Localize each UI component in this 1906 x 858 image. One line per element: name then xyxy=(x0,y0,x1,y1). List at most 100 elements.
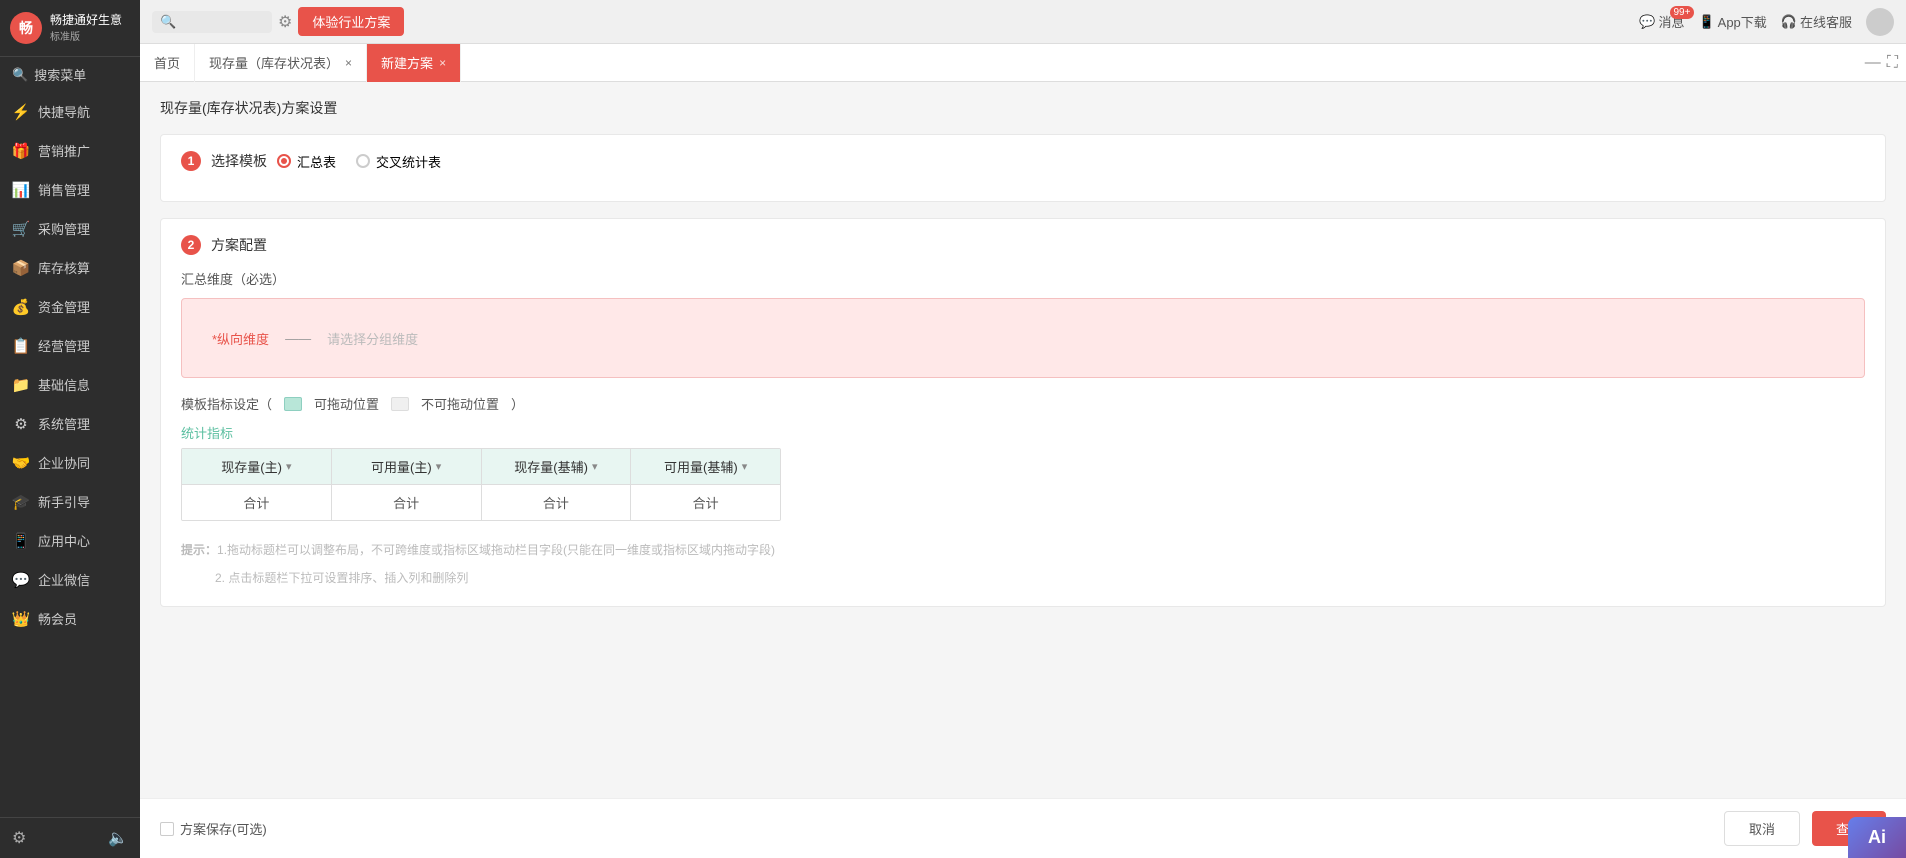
step2-badge: 2 xyxy=(181,235,201,255)
sidebar-item-quicknav[interactable]: ⚡ 快捷导航 xyxy=(0,92,140,131)
indicator-col-3-chevron: ▾ xyxy=(742,460,748,473)
user-avatar[interactable] xyxy=(1866,8,1894,36)
topbar-app-download[interactable]: 📱 App下载 xyxy=(1698,12,1766,31)
member-icon: 👑 xyxy=(12,610,30,628)
topbar-right: 💬 消息 99+ 📱 App下载 🎧 在线客服 xyxy=(1639,8,1894,36)
radio-summary-label: 汇总表 xyxy=(297,152,336,171)
newbie-icon: 🎓 xyxy=(12,493,30,511)
topbar-message[interactable]: 💬 消息 99+ xyxy=(1639,12,1684,31)
sidebar-item-basic-label: 基础信息 xyxy=(38,375,90,394)
sidebar-item-marketing[interactable]: 🎁 营销推广 xyxy=(0,131,140,170)
dim-separator: —— xyxy=(285,331,311,346)
content-area: 现存量(库存状况表)方案设置 1 选择模板 汇总表 交叉统计表 xyxy=(140,82,1906,798)
indicator-col-1-chevron: ▾ xyxy=(436,460,442,473)
sidebar-item-system[interactable]: ⚙ 系统管理 xyxy=(0,404,140,443)
indicator-col-2[interactable]: 现存量(基辅) ▾ xyxy=(482,449,632,484)
tab-inventory-close[interactable]: × xyxy=(345,56,352,70)
settings-icon[interactable]: ⚙ xyxy=(12,828,26,848)
radio-crosstab-circle xyxy=(356,154,370,168)
sidebar-item-quicknav-label: 快捷导航 xyxy=(38,102,90,121)
topbar-gear-icon[interactable]: ⚙ xyxy=(278,12,292,32)
sidebar-item-management[interactable]: 📋 经营管理 xyxy=(0,326,140,365)
sidebar-item-wechat[interactable]: 💬 企业微信 xyxy=(0,560,140,599)
indicator-col-0-chevron: ▾ xyxy=(286,460,292,473)
dimension-area[interactable]: *纵向维度 —— 请选择分组维度 xyxy=(181,298,1865,378)
topbar-left: 🔍 ⚙ 体验行业方案 xyxy=(152,7,1629,36)
tip-2: 2. 点击标题栏下拉可设置排序、插入列和删除列 xyxy=(215,571,468,585)
app-edition: 标准版 xyxy=(50,28,122,43)
marketing-icon: 🎁 xyxy=(12,142,30,160)
sidebar-item-newbie[interactable]: 🎓 新手引导 xyxy=(0,482,140,521)
app-name-block: 畅捷通好生意 标准版 xyxy=(50,13,122,44)
legend-nodrag-label: 不可拖动位置 xyxy=(421,394,499,413)
sidebar-item-sales[interactable]: 📊 销售管理 xyxy=(0,170,140,209)
sidebar-item-appstore[interactable]: 📱 应用中心 xyxy=(0,521,140,560)
template-radio-group: 汇总表 交叉统计表 xyxy=(277,152,441,171)
sidebar-item-purchase[interactable]: 🛒 采购管理 xyxy=(0,209,140,248)
topbar-search-icon: 🔍 xyxy=(160,14,176,30)
radio-crosstab[interactable]: 交叉统计表 xyxy=(356,152,441,171)
tab-home[interactable]: 首页 xyxy=(140,44,195,82)
sidebar-item-member[interactable]: 👑 畅会员 xyxy=(0,599,140,638)
sidebar-item-corp[interactable]: 🤝 企业协同 xyxy=(0,443,140,482)
app-download-label: App下载 xyxy=(1718,12,1767,31)
app-name: 畅捷通好生意 xyxy=(50,13,122,29)
message-icon: 💬 xyxy=(1639,14,1655,30)
tab-new-plan[interactable]: 新建方案 × xyxy=(367,44,461,82)
sidebar-item-marketing-label: 营销推广 xyxy=(38,141,90,160)
radio-summary[interactable]: 汇总表 xyxy=(277,152,336,171)
indicator-table-title: 统计指标 xyxy=(181,423,1865,442)
sidebar-item-corp-label: 企业协同 xyxy=(38,453,90,472)
tip-1: 1.拖动标题栏可以调整布局，不可跨维度或指标区域拖动栏目字段(只能在同一维度或指… xyxy=(217,543,775,557)
indicator-data-0: 合计 xyxy=(182,484,332,520)
search-icon: 🔍 xyxy=(12,67,28,83)
indicator-col-2-label: 现存量(基辅) xyxy=(514,457,588,476)
sidebar-item-basic[interactable]: 📁 基础信息 xyxy=(0,365,140,404)
trial-btn[interactable]: 体验行业方案 xyxy=(298,7,404,36)
sidebar-item-appstore-label: 应用中心 xyxy=(38,531,90,550)
tab-new-plan-close[interactable]: × xyxy=(439,56,446,70)
dimension-label: 汇总维度（必选） xyxy=(181,269,1865,288)
sidebar-item-inventory[interactable]: 📦 库存核算 xyxy=(0,248,140,287)
speaker-icon[interactable]: 🔈 xyxy=(108,828,128,848)
vertical-dim-label: *纵向维度 xyxy=(212,329,269,348)
indicator-col-1[interactable]: 可用量(主) ▾ xyxy=(332,449,482,484)
tips-area: 提示：1.拖动标题栏可以调整布局，不可跨维度或指标区域拖动栏目字段(只能在同一维… xyxy=(181,538,1865,590)
indicator-col-3[interactable]: 可用量(基辅) ▾ xyxy=(631,449,780,484)
save-checkbox-box[interactable] xyxy=(160,822,174,836)
save-checkbox[interactable]: 方案保存(可选) xyxy=(160,819,267,838)
cancel-button[interactable]: 取消 xyxy=(1724,811,1800,846)
sidebar: 畅 畅捷通好生意 标准版 🔍 搜索菜单 ⚡ 快捷导航 🎁 营销推广 📊 销售管理… xyxy=(0,0,140,858)
sidebar-item-member-label: 畅会员 xyxy=(38,609,77,628)
sidebar-logo: 畅 畅捷通好生意 标准版 xyxy=(0,0,140,57)
system-icon: ⚙ xyxy=(12,415,30,433)
indicator-col-1-label: 可用量(主) xyxy=(371,457,432,476)
tab-inventory[interactable]: 现存量（库存状况表） × xyxy=(195,44,367,82)
sales-icon: 📊 xyxy=(12,181,30,199)
indicator-data-2: 合计 xyxy=(482,484,632,520)
sidebar-item-finance[interactable]: 💰 资金管理 xyxy=(0,287,140,326)
topbar-online-service[interactable]: 🎧 在线客服 xyxy=(1781,12,1852,31)
basic-icon: 📁 xyxy=(12,376,30,394)
inventory-icon: 📦 xyxy=(12,259,30,277)
app-icon: 📱 xyxy=(1698,14,1714,30)
headset-icon: 🎧 xyxy=(1781,14,1797,30)
sidebar-item-system-label: 系统管理 xyxy=(38,414,90,433)
indicator-col-0[interactable]: 现存量(主) ▾ xyxy=(182,449,332,484)
indicator-header-row: 现存量(主) ▾ 可用量(主) ▾ 现存量(基辅) ▾ 可用量(基辅) xyxy=(182,449,780,484)
indicators-legend-row: 模板指标设定（ 可拖动位置 不可拖动位置 ） xyxy=(181,394,1865,413)
sidebar-search[interactable]: 🔍 搜索菜单 xyxy=(0,57,140,92)
wechat-icon: 💬 xyxy=(12,571,30,589)
expand-icon[interactable]: ⛶ xyxy=(1887,54,1898,72)
step2-title: 方案配置 xyxy=(211,235,267,255)
floating-ai-button[interactable]: Ai xyxy=(1848,817,1906,858)
dim-placeholder: 请选择分组维度 xyxy=(327,329,418,348)
template-indicator-label: 模板指标设定（ xyxy=(181,394,272,413)
topbar-search-area[interactable]: 🔍 xyxy=(152,11,272,33)
bottom-bar: 方案保存(可选) 取消 查询 xyxy=(140,798,1906,858)
minimize-icon[interactable]: — xyxy=(1865,54,1881,72)
indicator-col-2-chevron: ▾ xyxy=(592,460,598,473)
sidebar-item-purchase-label: 采购管理 xyxy=(38,219,90,238)
page-title: 现存量(库存状况表)方案设置 xyxy=(160,98,1886,118)
dimension-config: 汇总维度（必选） *纵向维度 —— 请选择分组维度 xyxy=(181,269,1865,378)
